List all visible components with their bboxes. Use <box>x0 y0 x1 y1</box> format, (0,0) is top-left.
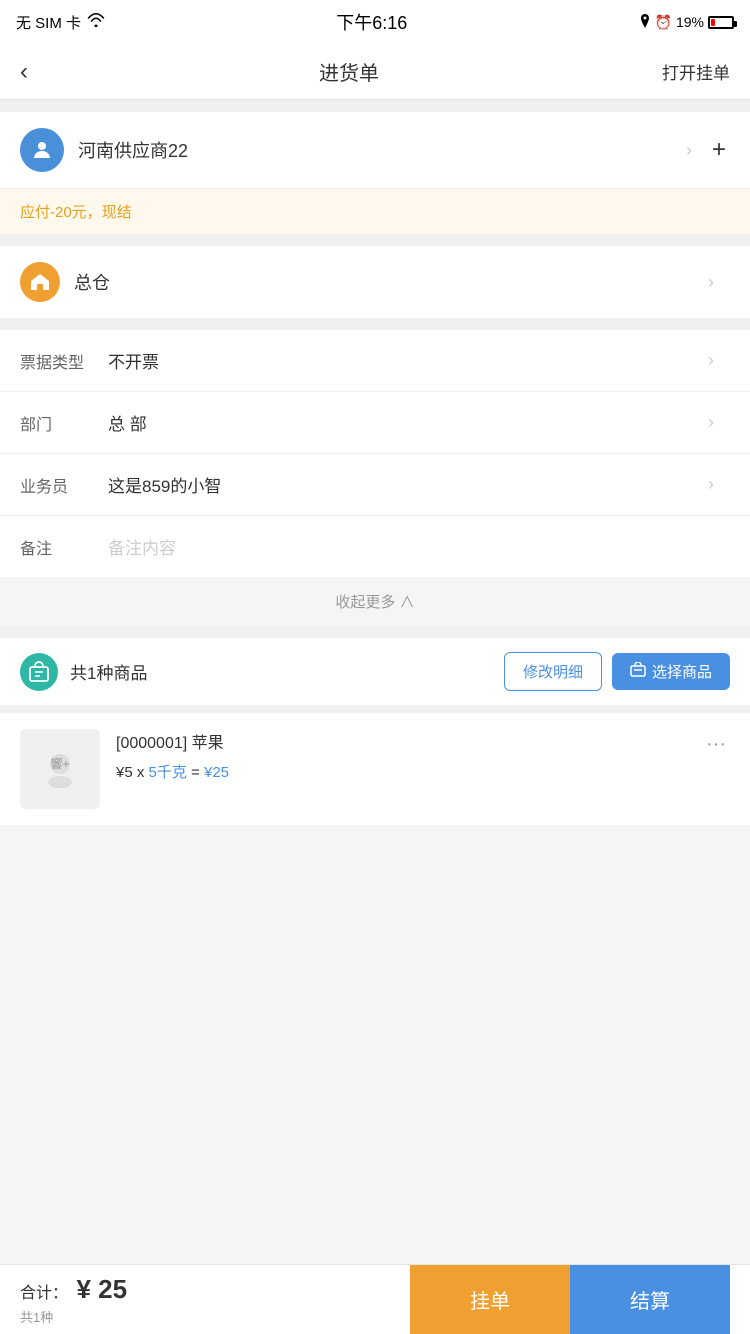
product-title: 苹果 <box>192 735 224 752</box>
footer: 合计： ¥ 25 共1种 挂单 结算 <box>0 1264 750 1334</box>
status-time: 下午6:16 <box>336 9 407 35</box>
battery-label: 19% <box>676 14 704 30</box>
open-hang-button[interactable]: 打开挂单 <box>662 59 730 84</box>
total-sub: 共1种 <box>20 1307 410 1326</box>
collapse-button[interactable]: 收起更多 ∧ <box>0 577 750 626</box>
supplier-avatar <box>20 128 64 172</box>
page-title: 进货单 <box>36 57 662 86</box>
warehouse-row[interactable]: 总仓 › <box>0 246 750 318</box>
invoice-row[interactable]: 票据类型 不开票 › <box>0 330 750 392</box>
product-info: [0000001] 苹果 ¥5 x 5千克 = ¥25 <box>116 729 702 782</box>
unit-price: ¥5 x <box>116 764 149 781</box>
select-product-label: 选择商品 <box>652 661 712 682</box>
note-row[interactable]: 备注 备注内容 <box>0 516 750 577</box>
dept-label: 部门 <box>20 411 100 435</box>
invoice-value: 不开票 <box>100 348 708 373</box>
product-name: [0000001] 苹果 <box>116 729 702 753</box>
products-icon <box>20 653 58 691</box>
supplier-section: 河南供应商22 › + 应付-20元，现结 <box>0 112 750 234</box>
footer-spacer <box>0 825 750 905</box>
section-gap-4 <box>0 626 750 638</box>
section-gap-3 <box>0 318 750 330</box>
carrier-label: 无 SIM 卡 <box>16 12 81 33</box>
note-label: 备注 <box>20 535 100 559</box>
location-icon <box>639 14 651 31</box>
svg-text:響+: 響+ <box>50 756 69 771</box>
invoice-arrow-icon: › <box>708 350 714 371</box>
salesman-arrow-icon: › <box>708 474 714 495</box>
product-item: 響+ [0000001] 苹果 ¥5 x 5千克 = ¥25 ··· <box>0 705 750 825</box>
warehouse-name: 总仓 <box>74 269 708 295</box>
product-price: ¥5 x 5千克 = ¥25 <box>116 761 702 782</box>
wifi-icon <box>87 13 105 31</box>
products-header: 共1种商品 修改明细 选择商品 <box>0 638 750 705</box>
checkout-button[interactable]: 结算 <box>570 1265 730 1334</box>
add-supplier-button[interactable]: + <box>708 132 730 168</box>
select-product-button[interactable]: 选择商品 <box>612 653 730 690</box>
status-left: 无 SIM 卡 <box>16 12 105 33</box>
warehouse-icon <box>20 262 60 302</box>
dept-row[interactable]: 部门 总 部 › <box>0 392 750 454</box>
note-placeholder: 备注内容 <box>100 534 730 559</box>
footer-total: 合计： ¥ 25 共1种 <box>20 1274 410 1326</box>
hang-button[interactable]: 挂单 <box>410 1265 570 1334</box>
equals: = <box>187 764 204 781</box>
supplier-arrow-icon: › <box>686 140 692 161</box>
nav-bar: ‹ 进货单 打开挂单 <box>0 44 750 100</box>
invoice-label: 票据类型 <box>20 349 100 373</box>
quantity: 5千克 <box>149 764 187 781</box>
section-gap-1 <box>0 100 750 112</box>
total-price: ¥25 <box>204 764 229 781</box>
supplier-row[interactable]: 河南供应商22 › + <box>0 112 750 189</box>
back-button[interactable]: ‹ <box>12 50 36 94</box>
edit-detail-button[interactable]: 修改明细 <box>504 652 602 691</box>
status-bar: 无 SIM 卡 下午6:16 ⏰ 19% <box>0 0 750 44</box>
section-gap-2 <box>0 234 750 246</box>
total-label: 合计： <box>20 1285 68 1302</box>
salesman-row[interactable]: 业务员 这是859的小智 › <box>0 454 750 516</box>
form-section: 票据类型 不开票 › 部门 总 部 › 业务员 这是859的小智 › 备注 备注… <box>0 330 750 577</box>
warehouse-section: 总仓 › <box>0 246 750 318</box>
product-code: [0000001] <box>116 735 192 752</box>
products-count: 共1种商品 <box>70 659 504 684</box>
dept-arrow-icon: › <box>708 412 714 433</box>
salesman-label: 业务员 <box>20 473 100 497</box>
status-right: ⏰ 19% <box>639 14 734 31</box>
supplier-info-banner: 应付-20元，现结 <box>0 189 750 234</box>
total-amount: ¥ 25 <box>76 1274 127 1304</box>
select-product-icon <box>630 662 646 682</box>
battery-icon <box>708 16 734 29</box>
product-more-button[interactable]: ··· <box>702 729 730 760</box>
salesman-value: 这是859的小智 <box>100 472 708 497</box>
warehouse-arrow-icon: › <box>708 272 714 293</box>
supplier-name: 河南供应商22 <box>78 137 686 163</box>
product-thumbnail: 響+ <box>20 729 100 809</box>
alarm-icon: ⏰ <box>655 14 672 31</box>
dept-value: 总 部 <box>100 410 708 435</box>
